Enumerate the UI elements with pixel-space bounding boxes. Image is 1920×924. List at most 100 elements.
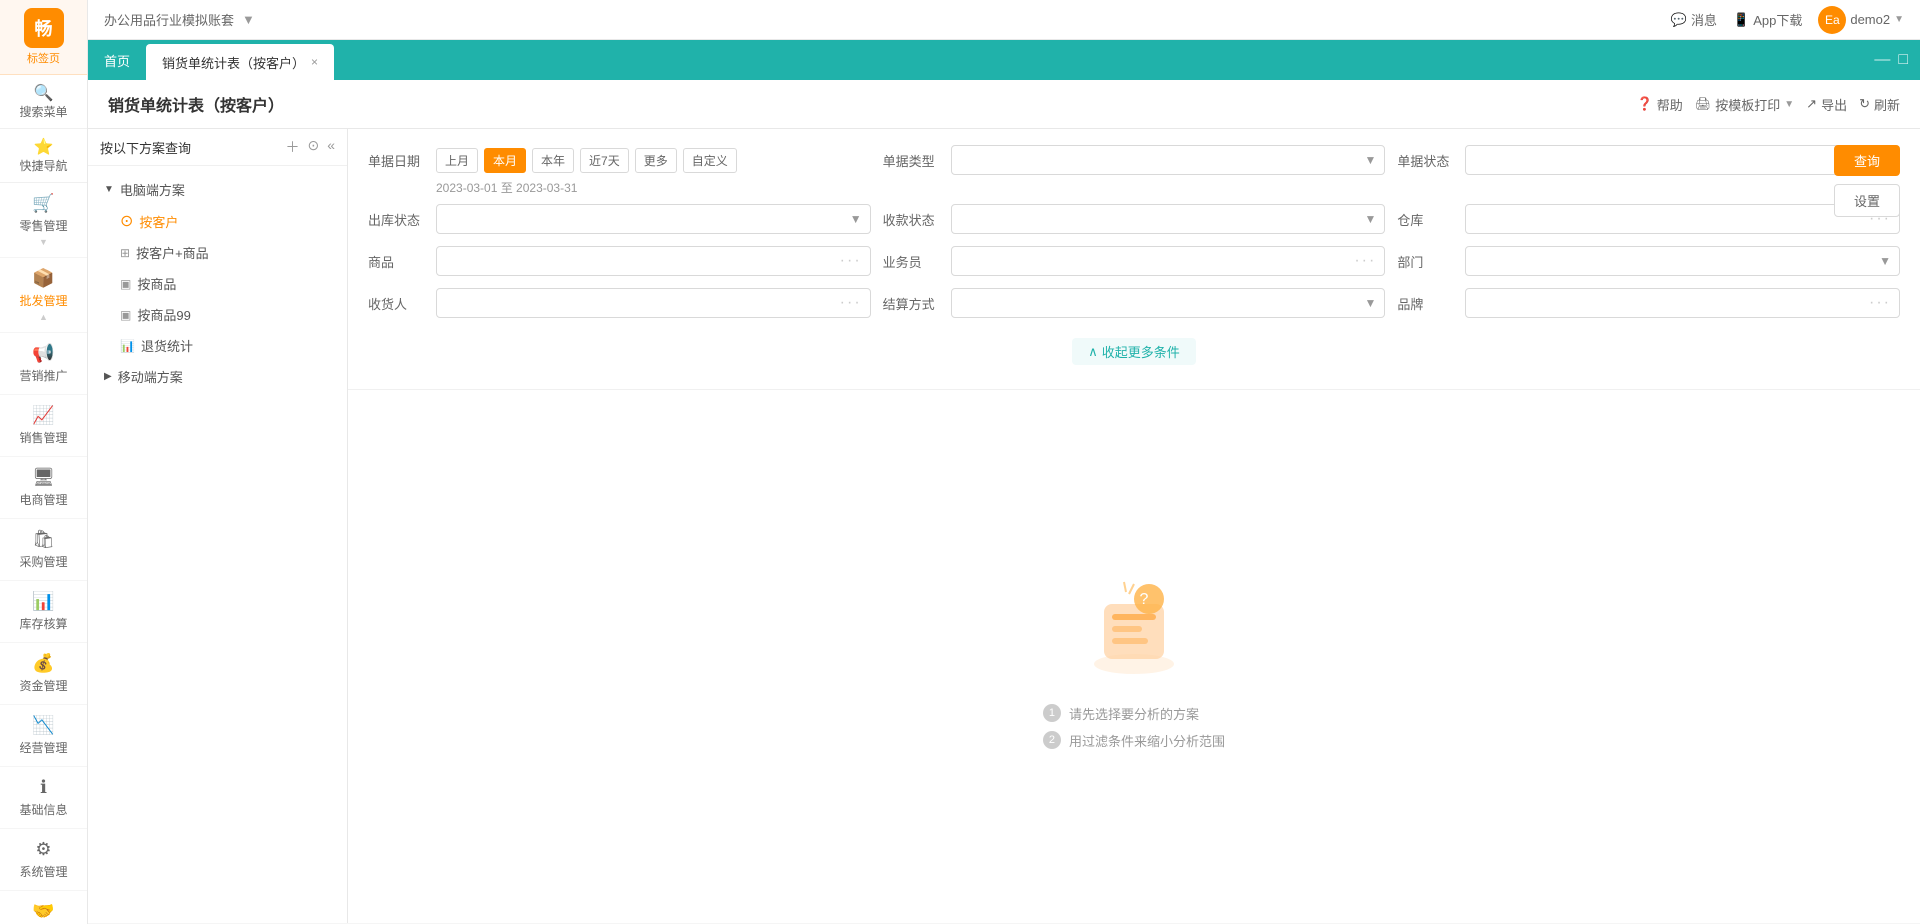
tree-mobile-section[interactable]: ▶ 移动端方案 (88, 361, 347, 392)
sidebar-item-retail[interactable]: 🛒 零售管理 ▼ (0, 183, 87, 258)
order-status-filter-item: 单据状态 ▼ (1397, 145, 1900, 175)
left-panel-header: 按以下方案查询 ＋ ⊙ « (88, 129, 347, 166)
order-status-label: 单据状态 (1397, 151, 1457, 170)
tab-home[interactable]: 首页 (88, 40, 146, 80)
receipt-status-dropdown-icon: ▼ (1364, 212, 1376, 226)
department-dropdown-icon: ▼ (1879, 254, 1891, 268)
print-button[interactable]: 🖨 按模板打印 ▼ (1695, 95, 1794, 114)
out-status-label: 出库状态 (368, 210, 428, 229)
sidebar-item-marketing[interactable]: 📢 营销推广 (0, 333, 87, 395)
left-panel-icons: ＋ ⊙ « (285, 137, 335, 157)
refresh-icon: ↻ (1859, 96, 1870, 112)
collapse-up-icon: ∧ (1088, 344, 1098, 360)
out-status-select[interactable]: ▼ (436, 204, 871, 234)
tab-close-button[interactable]: × (311, 55, 318, 69)
print-dropdown-icon: ▼ (1784, 99, 1794, 110)
collapse-panel-button[interactable]: « (327, 137, 335, 157)
goods-input[interactable]: ··· (436, 246, 871, 276)
brand-filter-item: 品牌 ··· (1397, 288, 1900, 318)
date-btn-this-month[interactable]: 本月 (484, 148, 526, 173)
quick-nav-item[interactable]: ⭐ 快捷导航 (0, 129, 87, 183)
order-type-select[interactable]: ▼ (951, 145, 1386, 175)
empty-illustration: ? (1074, 564, 1194, 684)
tab-minimize-button[interactable]: — (1874, 51, 1890, 69)
warehouse-filter-item: 仓库 ··· (1397, 204, 1900, 234)
retail-icon: 🛒 (32, 193, 54, 214)
inventory-icon: 📊 (32, 591, 54, 612)
help-button[interactable]: ❓ 帮助 (1637, 95, 1683, 114)
tree-collapse-icon: ▼ (104, 184, 114, 195)
basics-icon: ℹ (40, 777, 47, 798)
sidebar-item-ecommerce[interactable]: 🖥 电商管理 (0, 457, 87, 519)
tree-item-by-customer[interactable]: ⊙ 按客户 (88, 205, 347, 237)
settlement-select[interactable]: ▼ (951, 288, 1386, 318)
scheme-settings-button[interactable]: ⊙ (307, 137, 319, 157)
header-left: 办公用品行业模拟账套 ▼ (104, 10, 255, 29)
tab-maximize-button[interactable]: □ (1898, 51, 1908, 69)
goods99-icon: ▣ (120, 308, 131, 322)
customer-goods-icon: ⊞ (120, 246, 130, 260)
marketing-icon: 📢 (32, 343, 54, 364)
message-button[interactable]: 💬 消息 (1671, 10, 1717, 29)
tree-item-return-stat[interactable]: 📊 退货统计 (88, 330, 347, 361)
sidebar-item-purchase[interactable]: 🛍 采购管理 (0, 519, 87, 581)
salesperson-dots: ··· (1354, 252, 1376, 270)
search-menu-item[interactable]: 🔍 搜索菜单 (0, 75, 87, 129)
salesperson-input[interactable]: ··· (951, 246, 1386, 276)
sidebar-item-basics[interactable]: ℹ 基础信息 (0, 767, 87, 829)
settings-button[interactable]: 设置 (1834, 184, 1900, 217)
settlement-filter-item: 结算方式 ▼ (883, 288, 1386, 318)
collapse-more-button[interactable]: ∧ 收起更多条件 (1072, 338, 1196, 365)
tab-sales-stat[interactable]: 销货单统计表（按客户） × (146, 44, 334, 80)
export-button[interactable]: ↗ 导出 (1806, 95, 1847, 114)
tree-desktop-section[interactable]: ▼ 电脑端方案 (88, 174, 347, 205)
desktop-section-label: 电脑端方案 (120, 180, 185, 199)
recipient-dots: ··· (840, 294, 862, 312)
query-button[interactable]: 查询 (1834, 145, 1900, 176)
tree-item-customer-goods[interactable]: ⊞ 按客户+商品 (88, 237, 347, 268)
sidebar-item-operations[interactable]: 📉 经营管理 (0, 705, 87, 767)
recipient-input[interactable]: ··· (436, 288, 871, 318)
date-btn-custom[interactable]: 自定义 (683, 148, 737, 173)
sidebar-item-inventory[interactable]: 📊 库存核算 (0, 581, 87, 643)
department-select[interactable]: ▼ (1465, 246, 1900, 276)
sidebar-item-system[interactable]: ⚙ 系统管理 (0, 829, 87, 891)
tree-item-goods[interactable]: ▣ 按商品 (88, 268, 347, 299)
sidebar-item-enterprise[interactable]: 🤝 企业协同 (0, 891, 87, 924)
sales-icon: 📈 (32, 405, 54, 426)
date-btn-last-month[interactable]: 上月 (436, 148, 478, 173)
tree-section: ▼ 电脑端方案 ⊙ 按客户 ⊞ 按客户+商品 ▣ 按商品 (88, 166, 347, 400)
ecommerce-icon: 🖥 (32, 467, 55, 488)
settlement-dropdown-icon: ▼ (1364, 296, 1376, 310)
user-menu[interactable]: Ea demo2 ▼ (1818, 6, 1904, 34)
logo-area[interactable]: 畅 标签页 (0, 0, 87, 75)
date-btn-this-year[interactable]: 本年 (532, 148, 574, 173)
date-btn-more[interactable]: 更多 (635, 148, 677, 173)
receipt-status-select[interactable]: ▼ (951, 204, 1386, 234)
recipient-label: 收货人 (368, 294, 428, 313)
right-panel: 单据日期 上月 本月 本年 近7天 更多 自定义 单据类型 (348, 129, 1920, 923)
app-download-button[interactable]: 📱 App下载 (1733, 10, 1802, 29)
tree-item-goods99[interactable]: ▣ 按商品99 (88, 299, 347, 330)
brand-input[interactable]: ··· (1465, 288, 1900, 318)
username: demo2 (1850, 12, 1890, 27)
add-scheme-button[interactable]: ＋ (285, 137, 299, 157)
industry-dropdown-icon[interactable]: ▼ (242, 12, 255, 27)
user-dropdown-icon: ▼ (1894, 14, 1904, 25)
date-filter-item: 单据日期 上月 本月 本年 近7天 更多 自定义 (368, 148, 871, 173)
finance-icon: 💰 (32, 653, 54, 674)
sidebar: 畅 标签页 🔍 搜索菜单 ⭐ 快捷导航 🛒 零售管理 ▼ 📦 批发管理 ▲ 📢 … (0, 0, 88, 924)
sidebar-item-sales[interactable]: 📈 销售管理 (0, 395, 87, 457)
sidebar-item-finance[interactable]: 💰 资金管理 (0, 643, 87, 705)
empty-hint-2: 2 用过滤条件来缩小分析范围 (1043, 731, 1225, 750)
recipient-filter-item: 收货人 ··· (368, 288, 871, 318)
message-icon: 💬 (1671, 12, 1687, 28)
refresh-button[interactable]: ↻ 刷新 (1859, 95, 1900, 114)
settlement-label: 结算方式 (883, 294, 943, 313)
page-actions: ❓ 帮助 🖨 按模板打印 ▼ ↗ 导出 ↻ 刷新 (1637, 95, 1900, 114)
filter-row-2: 出库状态 ▼ 收款状态 ▼ (368, 204, 1900, 234)
avatar: Ea (1818, 6, 1846, 34)
sidebar-item-wholesale[interactable]: 📦 批发管理 ▲ (0, 258, 87, 333)
date-btn-7days[interactable]: 近7天 (580, 148, 629, 173)
mobile-section-label: 移动端方案 (118, 367, 183, 386)
